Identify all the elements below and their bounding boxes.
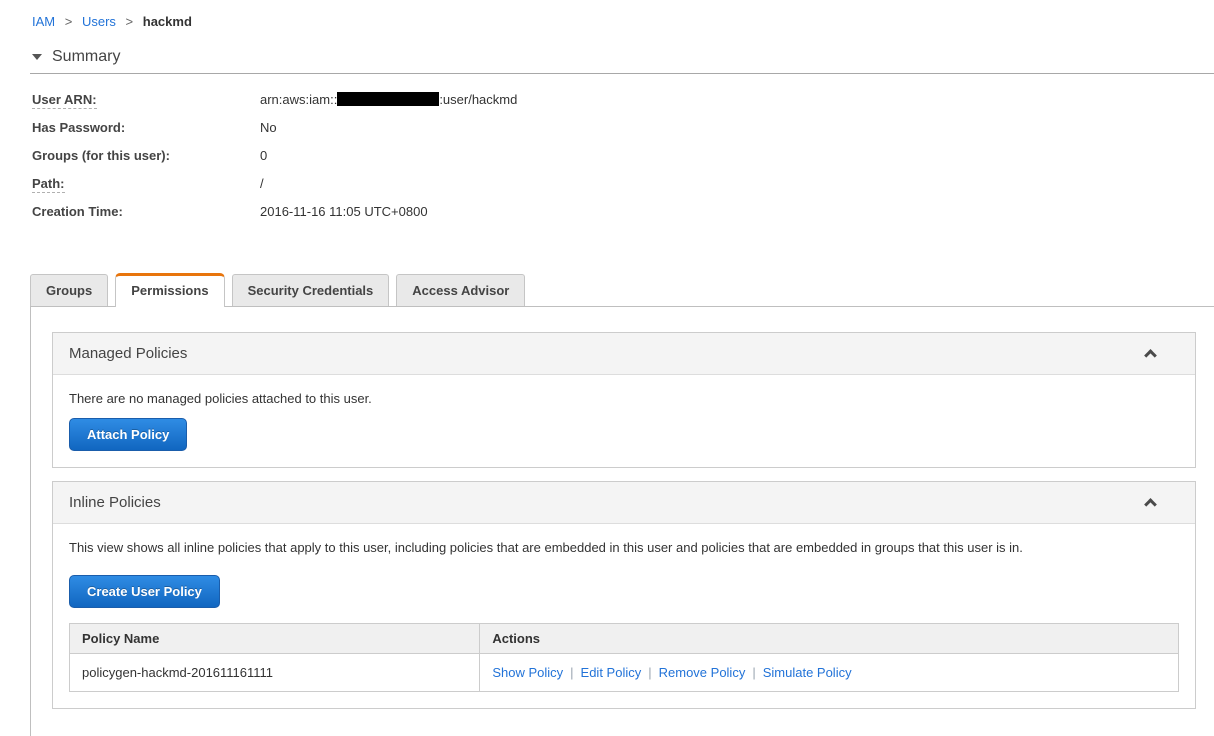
table-row: policygen-hackmd-201611161111 Show Polic…: [68, 653, 1179, 692]
policy-name-cell: policygen-hackmd-201611161111: [68, 653, 481, 692]
summary-fields: User ARN: arn:aws:iam:::user/hackmd Has …: [32, 90, 1214, 221]
attach-policy-button[interactable]: Attach Policy: [69, 418, 188, 451]
actions-column-header: Actions: [479, 623, 1179, 654]
managed-policies-header[interactable]: Managed Policies: [53, 333, 1195, 375]
chevron-up-icon[interactable]: [1144, 348, 1157, 362]
breadcrumb-current-user: hackmd: [142, 14, 192, 29]
path-label: Path:: [32, 176, 65, 193]
chevron-up-icon[interactable]: [1144, 497, 1157, 511]
policy-actions-cell: Show Policy | Edit Policy | Remove Policy | Si…: [479, 653, 1179, 692]
inline-policies-table: Policy Name Actions policygen-hackmd-201…: [68, 623, 1179, 692]
redaction-box: [337, 92, 440, 106]
groups-count-value: 0: [260, 148, 268, 163]
remove-policy-link[interactable]: Remove Policy: [659, 665, 746, 680]
groups-count-label: Groups (for this user):: [32, 148, 170, 163]
user-arn-value: arn:aws:iam:::user/hackmd: [260, 92, 518, 107]
breadcrumb-link-iam[interactable]: IAM: [32, 14, 55, 29]
tab-access-advisor[interactable]: Access Advisor: [396, 274, 526, 306]
has-password-label: Has Password:: [32, 120, 126, 135]
permissions-tab-panel: Managed Policies There are no managed po…: [30, 306, 1214, 736]
user-arn-label: User ARN:: [32, 92, 97, 109]
managed-policies-empty-message: There are no managed policies attached t…: [69, 391, 372, 406]
summary-toggle[interactable]: Summary: [32, 48, 1214, 66]
inline-policies-section: Inline Policies This view shows all inli…: [52, 481, 1196, 709]
table-header-row: Policy Name Actions: [68, 623, 1179, 654]
path-value: /: [260, 176, 264, 191]
field-has-password: Has Password: No: [32, 118, 1214, 137]
tab-groups[interactable]: Groups: [30, 274, 109, 306]
tab-permissions[interactable]: Permissions: [115, 273, 225, 307]
action-separator: |: [570, 665, 574, 680]
show-policy-link[interactable]: Show Policy: [492, 665, 563, 680]
tab-bar: Groups Permissions Security Credentials …: [30, 273, 1214, 307]
managed-policies-body: There are no managed policies attached t…: [53, 375, 1195, 467]
create-user-policy-button[interactable]: Create User Policy: [69, 575, 220, 608]
field-groups-count: Groups (for this user): 0: [32, 146, 1214, 165]
managed-policies-title: Managed Policies: [69, 345, 188, 362]
inline-policies-description: This view shows all inline policies that…: [69, 540, 1023, 555]
breadcrumb: IAM > Users > hackmd: [0, 0, 1214, 29]
breadcrumb-separator: >: [64, 14, 73, 29]
edit-policy-link[interactable]: Edit Policy: [581, 665, 642, 680]
action-separator: |: [752, 665, 756, 680]
inline-policies-title: Inline Policies: [69, 494, 161, 511]
simulate-policy-link[interactable]: Simulate Policy: [763, 665, 852, 680]
creation-time-value: 2016-11-16 11:05 UTC+0800: [260, 204, 428, 219]
tab-security-credentials[interactable]: Security Credentials: [231, 274, 390, 306]
field-user-arn: User ARN: arn:aws:iam:::user/hackmd: [32, 90, 1214, 109]
inline-policies-body: This view shows all inline policies that…: [53, 524, 1195, 708]
creation-time-label: Creation Time:: [32, 204, 123, 219]
policy-name-column-header: Policy Name: [68, 623, 481, 654]
action-separator: |: [648, 665, 652, 680]
summary-divider: [30, 73, 1214, 74]
breadcrumb-separator: >: [125, 14, 134, 29]
inline-policies-header[interactable]: Inline Policies: [53, 482, 1195, 524]
breadcrumb-link-users[interactable]: Users: [82, 14, 116, 29]
managed-policies-section: Managed Policies There are no managed po…: [52, 332, 1196, 468]
summary-title: Summary: [52, 48, 121, 65]
field-creation-time: Creation Time: 2016-11-16 11:05 UTC+0800: [32, 202, 1214, 221]
field-path: Path: /: [32, 174, 1214, 193]
triangle-down-icon: [32, 54, 42, 60]
has-password-value: No: [260, 120, 277, 135]
